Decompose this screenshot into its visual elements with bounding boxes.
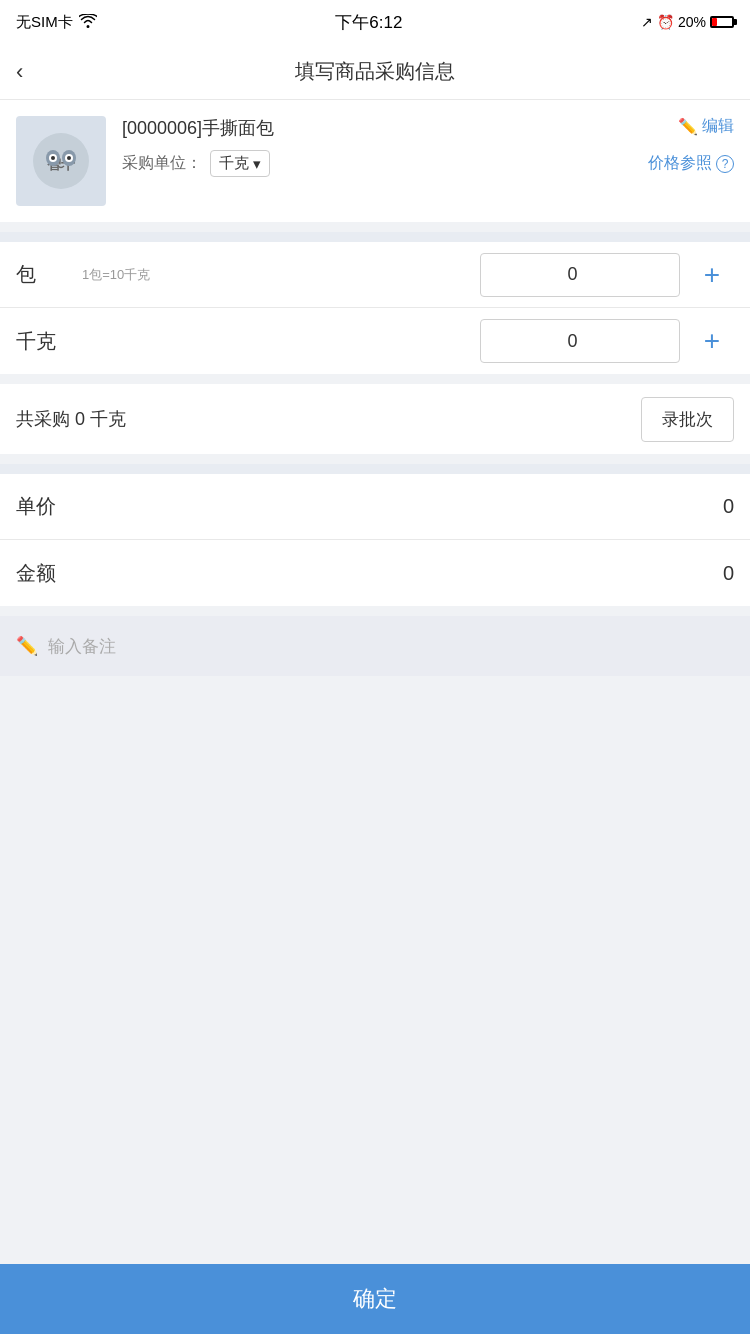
section-divider-2 <box>0 464 750 474</box>
nav-bar: ‹ 填写商品采购信息 <box>0 44 750 100</box>
product-info: [0000006]手撕面包 ✏️ 编辑 采购单位： 千克 ▾ 价格参照 ? <box>122 116 734 177</box>
amount-value: 0 <box>723 562 734 585</box>
unit-price-value: 0 <box>723 495 734 518</box>
record-batch-button[interactable]: 录批次 <box>641 397 734 442</box>
battery-icon <box>710 16 734 28</box>
unit-label: 采购单位： 千克 ▾ <box>122 150 270 177</box>
status-left: 无SIM卡 <box>16 13 97 32</box>
total-unit: 千克 <box>90 409 126 429</box>
total-row: 共采购 0 千克 录批次 <box>0 384 750 454</box>
kg-row: 千克 + <box>0 308 750 374</box>
alarm-icon: ⏰ <box>657 14 674 30</box>
dropdown-arrow-icon: ▾ <box>253 155 261 173</box>
bag-sub-label: 1包=10千克 <box>82 266 150 284</box>
bag-row: 包 1包=10千克 + <box>0 242 750 308</box>
amount-row: 金额 0 <box>0 540 750 606</box>
product-name: [0000006]手撕面包 <box>122 116 274 140</box>
location-icon: ↗ <box>641 14 653 30</box>
amount-label: 金额 <box>16 560 56 587</box>
svg-point-7 <box>67 156 71 160</box>
unit-dropdown[interactable]: 千克 ▾ <box>210 150 270 177</box>
edit-button[interactable]: ✏️ 编辑 <box>678 116 734 137</box>
bag-input[interactable] <box>480 253 680 297</box>
product-card: 智十 [0000006]手撕面包 ✏️ 编辑 <box>0 100 750 222</box>
unit-value: 千克 <box>219 154 249 173</box>
price-section: 单价 0 金额 0 <box>0 474 750 606</box>
note-placeholder: 输入备注 <box>48 635 116 658</box>
note-section[interactable]: ✏️ 输入备注 <box>0 616 750 676</box>
product-logo: 智十 <box>31 131 91 191</box>
status-bar: 无SIM卡 下午6:12 ↗ ⏰ 20% <box>0 0 750 44</box>
wifi-icon <box>79 14 97 31</box>
confirm-button[interactable]: 确定 <box>0 1264 750 1334</box>
page-title: 填写商品采购信息 <box>295 58 455 85</box>
price-ref-label: 价格参照 <box>648 153 712 174</box>
status-right: ↗ ⏰ 20% <box>641 14 734 30</box>
total-value: 0 <box>75 409 85 429</box>
quantity-form-section: 包 1包=10千克 + 千克 + <box>0 242 750 374</box>
edit-icon: ✏️ <box>678 117 698 136</box>
price-ref-button[interactable]: 价格参照 ? <box>648 153 734 174</box>
battery-percent: 20% <box>678 14 706 30</box>
carrier-text: 无SIM卡 <box>16 13 73 32</box>
content-spacer <box>0 686 750 1264</box>
bag-plus-button[interactable]: + <box>690 253 734 297</box>
status-time: 下午6:12 <box>335 11 402 34</box>
kg-plus-button[interactable]: + <box>690 319 734 363</box>
content: 智十 [0000006]手撕面包 ✏️ 编辑 <box>0 100 750 1264</box>
back-button[interactable]: ‹ <box>8 51 31 93</box>
price-ref-help-icon: ? <box>716 155 734 173</box>
product-image: 智十 <box>16 116 106 206</box>
kg-input[interactable] <box>480 319 680 363</box>
edit-label: 编辑 <box>702 116 734 137</box>
section-divider-1 <box>0 232 750 242</box>
kg-label: 千克 <box>16 328 76 355</box>
bag-label: 包 <box>16 261 76 288</box>
unit-price-label: 单价 <box>16 493 56 520</box>
unit-price-row: 单价 0 <box>0 474 750 540</box>
pencil-icon: ✏️ <box>16 635 38 657</box>
svg-point-6 <box>51 156 55 160</box>
total-label: 共采购 0 千克 <box>16 407 126 431</box>
